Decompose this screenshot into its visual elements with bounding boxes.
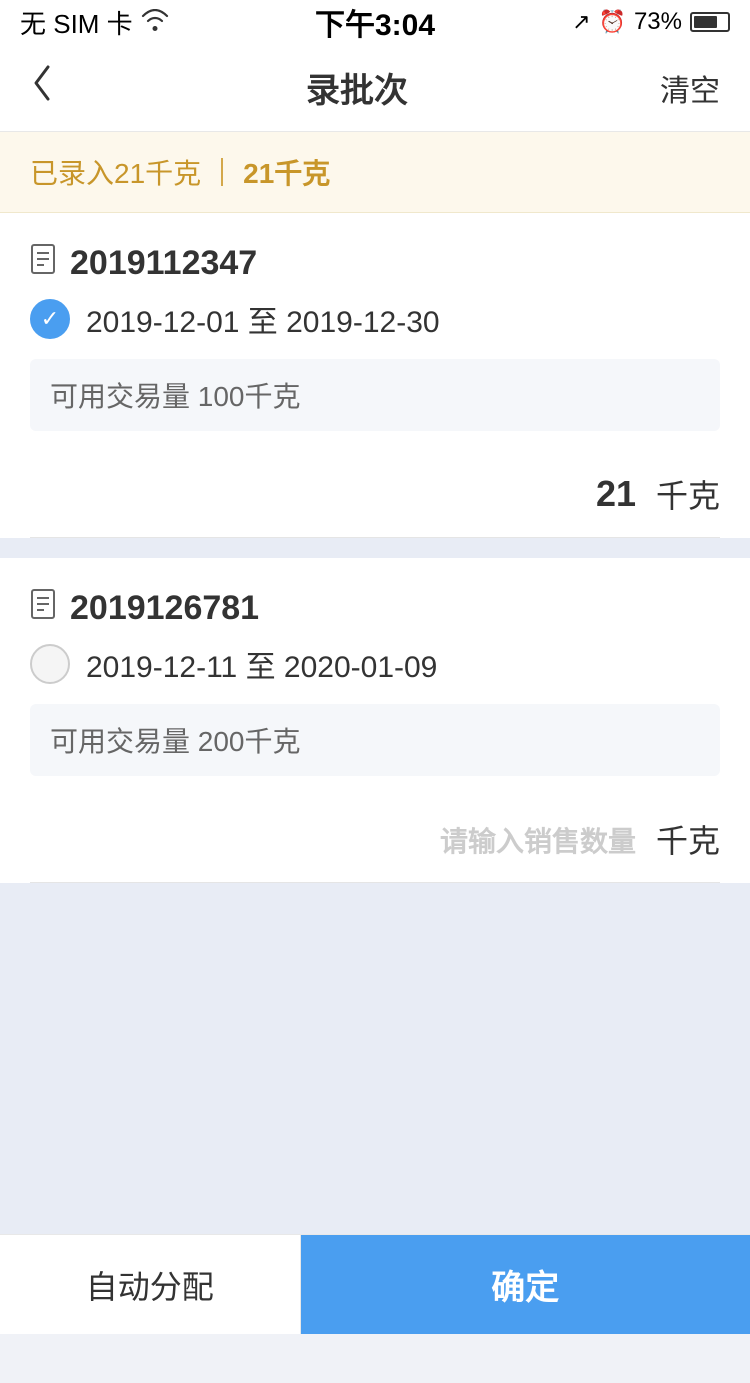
qty-unit-2: 千克 (656, 816, 720, 862)
qty-input-row-1: 千克 (30, 451, 720, 538)
check-icon-1: ✓ (41, 306, 59, 332)
confirm-button[interactable]: 确定 (301, 1235, 750, 1334)
carrier-text: 无 SIM 卡 (20, 4, 133, 41)
batch-item-2: 2019126781 2019-12-11 至 2020-01-09 可用交易量… (0, 558, 750, 883)
available-qty-1: 可用交易量 100千克 (30, 359, 720, 431)
clear-button[interactable]: 清空 (660, 66, 720, 110)
status-bar: 无 SIM 卡 下午3:04 ↗ ⏰ 73% (0, 0, 750, 44)
available-qty-2: 可用交易量 200千克 (30, 704, 720, 776)
status-carrier: 无 SIM 卡 (20, 4, 169, 41)
location-icon: ↗ (572, 9, 590, 35)
qty-unit-1: 千克 (656, 471, 720, 517)
batch-doc-icon-1 (30, 243, 60, 283)
recorded-label: 已录入21千克 (30, 152, 201, 192)
batch-date-row-1[interactable]: ✓ 2019-12-01 至 2019-12-30 (30, 297, 720, 341)
batch-doc-icon-2 (30, 588, 60, 628)
back-button[interactable] (30, 63, 54, 113)
batch-header-2: 2019126781 (30, 588, 720, 628)
batch-date-2: 2019-12-11 至 2020-01-09 (86, 642, 437, 686)
footer: 自动分配 确定 (0, 1234, 750, 1334)
info-divider (221, 158, 223, 186)
qty-input-1[interactable] (436, 473, 636, 515)
batch-date-1: 2019-12-01 至 2019-12-30 (86, 297, 440, 341)
section-divider (0, 538, 750, 558)
batch-id-2: 2019126781 (70, 589, 259, 628)
battery-percentage: 73% (634, 8, 682, 36)
qty-input-row-2: 千克 (30, 796, 720, 883)
batch-item-1: 2019112347 ✓ 2019-12-01 至 2019-12-30 可用交… (0, 213, 750, 538)
status-time: 下午3:04 (315, 0, 435, 44)
alarm-icon: ⏰ (599, 9, 626, 35)
batch-header-1: 2019112347 (30, 243, 720, 283)
wifi-icon (141, 7, 169, 38)
bottom-area (0, 883, 750, 1283)
radio-selected-1[interactable]: ✓ (30, 299, 70, 339)
batch-date-row-2[interactable]: 2019-12-11 至 2020-01-09 (30, 642, 720, 686)
qty-input-2[interactable] (436, 818, 636, 860)
batch-id-1: 2019112347 (70, 244, 257, 283)
recorded-value: 21千克 (243, 152, 330, 192)
auto-distribute-button[interactable]: 自动分配 (0, 1235, 301, 1334)
info-banner: 已录入21千克 21千克 (0, 132, 750, 213)
radio-unselected-2[interactable] (30, 644, 70, 684)
battery-icon (690, 12, 730, 32)
status-right: ↗ ⏰ 73% (572, 8, 730, 36)
page-title: 录批次 (306, 63, 408, 112)
nav-bar: 录批次 清空 (0, 44, 750, 132)
